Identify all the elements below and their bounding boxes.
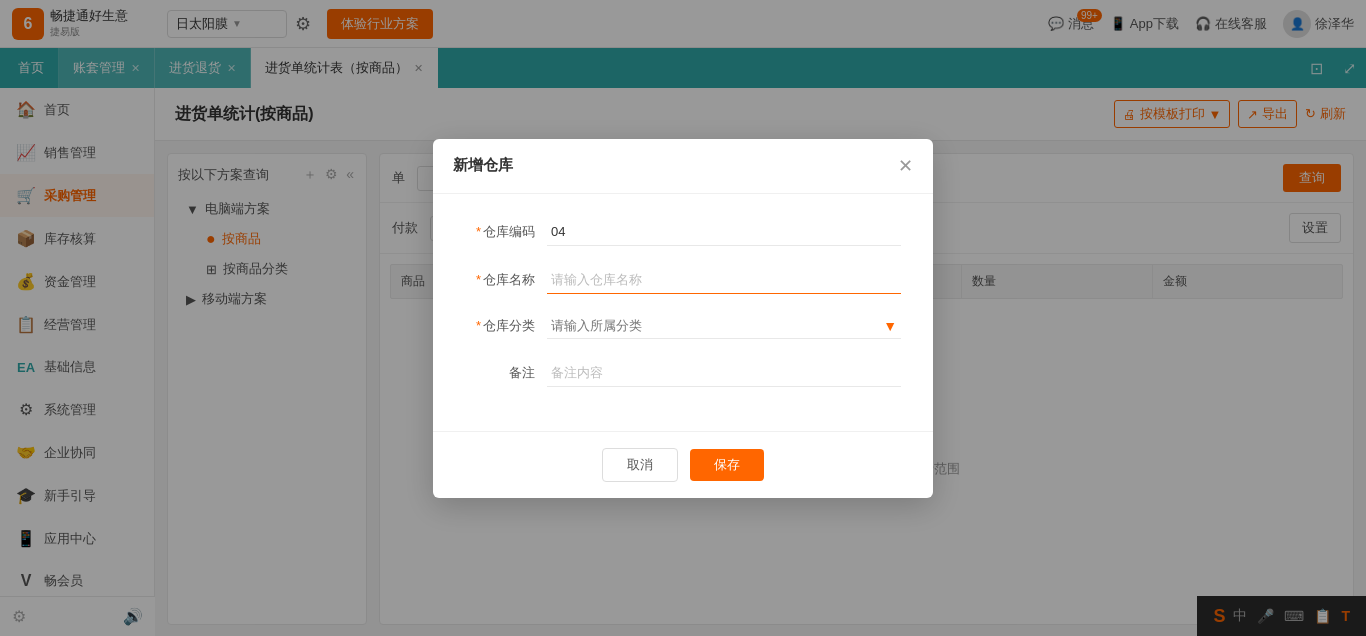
note-input[interactable] — [547, 359, 901, 387]
category-label: 仓库分类 — [465, 317, 535, 335]
cancel-button[interactable]: 取消 — [602, 448, 678, 482]
code-input[interactable] — [547, 218, 901, 246]
name-label: 仓库名称 — [465, 271, 535, 289]
category-dropdown-icon[interactable]: ▼ — [883, 318, 897, 334]
name-input[interactable] — [547, 266, 901, 294]
modal-overlay: 新增仓库 ✕ 仓库编码 仓库名称 仓库分类 ▼ — [0, 0, 1366, 636]
modal-body: 仓库编码 仓库名称 仓库分类 ▼ 备注 — [433, 194, 933, 431]
form-row-note: 备注 — [465, 359, 901, 387]
modal-footer: 取消 保存 — [433, 431, 933, 498]
category-input[interactable] — [551, 318, 883, 333]
modal-close-btn[interactable]: ✕ — [898, 155, 913, 177]
form-row-name: 仓库名称 — [465, 266, 901, 294]
modal-header: 新增仓库 ✕ — [433, 139, 933, 194]
code-label: 仓库编码 — [465, 223, 535, 241]
note-label: 备注 — [465, 364, 535, 382]
form-row-code: 仓库编码 — [465, 218, 901, 246]
save-button[interactable]: 保存 — [690, 449, 764, 481]
category-select-wrapper: ▼ — [547, 314, 901, 339]
modal-title: 新增仓库 — [453, 156, 513, 175]
add-warehouse-modal: 新增仓库 ✕ 仓库编码 仓库名称 仓库分类 ▼ — [433, 139, 933, 498]
form-row-category: 仓库分类 ▼ — [465, 314, 901, 339]
